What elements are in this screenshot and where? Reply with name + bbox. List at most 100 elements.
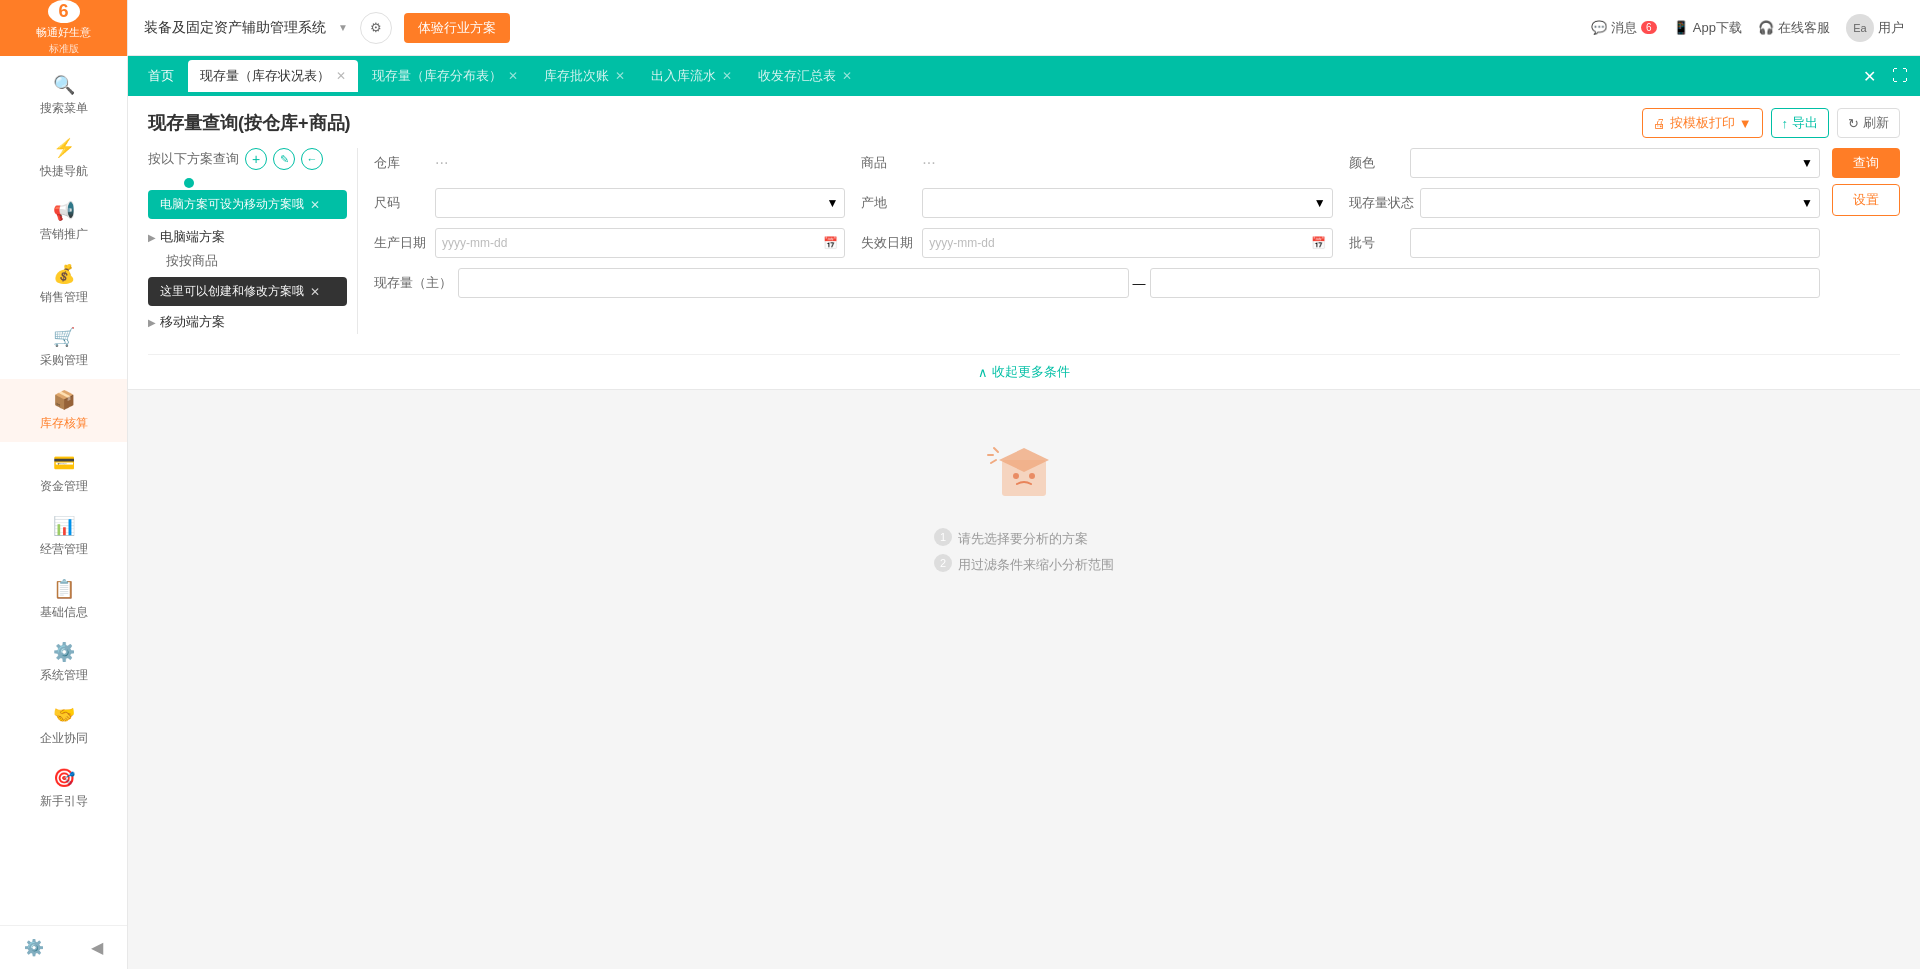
collapse-sidebar-icon[interactable]: ◀ xyxy=(91,938,103,957)
expire-date-placeholder: yyyy-mm-dd xyxy=(929,236,994,250)
online-support-label: 在线客服 xyxy=(1778,19,1830,37)
tab-close-distribution[interactable]: ✕ xyxy=(508,69,518,83)
pc-expand-icon[interactable]: ▶ xyxy=(148,232,156,243)
tooltip1-close[interactable]: ✕ xyxy=(310,198,320,212)
stock-qty-max-input[interactable] xyxy=(1150,268,1821,298)
filter-row-2: 尺码 ▼ 产地 ▼ xyxy=(374,188,1820,218)
tooltip2-text: 这里可以创建和修改方案哦 xyxy=(160,283,304,300)
app-download-item[interactable]: 📱 App下载 xyxy=(1673,19,1742,37)
collapse-button[interactable]: ∧ 收起更多条件 xyxy=(978,363,1070,381)
tab-home[interactable]: 首页 xyxy=(136,67,186,85)
tab-close-batch[interactable]: ✕ xyxy=(615,69,625,83)
collapse-up-icon: ∧ xyxy=(978,365,988,380)
tooltip1: 电脑方案可设为移动方案哦 ✕ xyxy=(148,190,347,219)
expire-date-calendar-icon[interactable]: 📅 xyxy=(1311,236,1326,250)
tab-close-all-icon[interactable]: ✕ xyxy=(1859,63,1880,90)
system-nav-icon: ⚙️ xyxy=(53,641,75,663)
tab-inventory-status[interactable]: 现存量（库存状况表） ✕ xyxy=(188,60,358,92)
online-support-item[interactable]: 🎧 在线客服 xyxy=(1758,19,1830,37)
produce-date-placeholder: yyyy-mm-dd xyxy=(442,236,507,250)
refresh-label: 刷新 xyxy=(1863,114,1889,132)
filter-section: 按以下方案查询 + ✎ ← 电脑方案可设为移动方案哦 ✕ xyxy=(148,148,1900,344)
filter-expire-date-cell: 失效日期 yyyy-mm-dd 📅 xyxy=(861,228,1332,258)
settings-gear-icon[interactable]: ⚙ xyxy=(360,12,392,44)
tab-close-summary[interactable]: ✕ xyxy=(842,69,852,83)
purchase-nav-icon: 🛒 xyxy=(53,326,75,348)
origin-label: 产地 xyxy=(861,194,916,212)
filter-back-button[interactable]: ← xyxy=(301,148,323,170)
tab-close-flow[interactable]: ✕ xyxy=(722,69,732,83)
size-select[interactable]: ▼ xyxy=(435,188,845,218)
filter-row-3: 生产日期 yyyy-mm-dd 📅 失效日期 yyyy-mm-dd 📅 xyxy=(374,228,1820,258)
scheme-sub-item[interactable]: 按按商品 xyxy=(148,249,347,273)
expire-date-input[interactable]: yyyy-mm-dd 📅 xyxy=(922,228,1332,258)
newbie-nav-icon: 🎯 xyxy=(53,767,75,789)
stock-qty-range: — xyxy=(458,268,1820,298)
tab-inventory-distribution[interactable]: 现存量（库存分布表） ✕ xyxy=(360,60,530,92)
sidebar-label-marketing: 营销推广 xyxy=(40,226,88,243)
stock-qty-min-input[interactable] xyxy=(458,268,1129,298)
tab-label-batch: 库存批次账 xyxy=(544,67,609,85)
tab-summary[interactable]: 收发存汇总表 ✕ xyxy=(746,60,864,92)
empty-illustration xyxy=(984,430,1064,510)
sidebar-item-enterprise[interactable]: 🤝 企业协同 xyxy=(0,694,127,757)
phone-icon: 📱 xyxy=(1673,20,1689,35)
svg-line-4 xyxy=(994,448,998,452)
tooltip2-close[interactable]: ✕ xyxy=(310,285,320,299)
tooltip-connector-dot xyxy=(184,178,194,188)
warehouse-dots[interactable]: ··· xyxy=(435,154,448,172)
pc-scheme-label: 电脑端方案 xyxy=(160,228,225,246)
tooltip1-container: 电脑方案可设为移动方案哦 ✕ xyxy=(148,178,347,219)
sidebar-item-purchase[interactable]: 🛒 采购管理 xyxy=(0,316,127,379)
scheme-tree: ▶ 电脑端方案 按按商品 这里可以创建和修改方案哦 ✕ xyxy=(148,225,347,334)
page-title-row: 现存量查询(按仓库+商品) 🖨 按模板打印 ▼ ↑ 导出 ↻ 刷新 xyxy=(148,108,1900,148)
origin-select[interactable]: ▼ xyxy=(922,188,1332,218)
search-button[interactable]: 查询 xyxy=(1832,148,1900,178)
produce-date-input[interactable]: yyyy-mm-dd 📅 xyxy=(435,228,845,258)
system-title: 装备及固定资产辅助管理系统 xyxy=(144,19,326,37)
sidebar-item-operation[interactable]: 📊 经营管理 xyxy=(0,505,127,568)
filter-add-button[interactable]: + xyxy=(245,148,267,170)
filter-edit-button[interactable]: ✎ xyxy=(273,148,295,170)
tip-text-1: 请先选择要分析的方案 xyxy=(958,526,1088,552)
sidebar-label-finance: 资金管理 xyxy=(40,478,88,495)
tab-maximize-icon[interactable]: ⛶ xyxy=(1888,63,1912,90)
refresh-button[interactable]: ↻ 刷新 xyxy=(1837,108,1900,138)
batch-label: 批号 xyxy=(1349,234,1404,252)
filter-size-cell: 尺码 ▼ xyxy=(374,188,845,218)
tab-batch[interactable]: 库存批次账 ✕ xyxy=(532,60,637,92)
filter-warehouse-cell: 仓库 ··· xyxy=(374,154,845,172)
page-actions: 🖨 按模板打印 ▼ ↑ 导出 ↻ 刷新 xyxy=(1642,108,1900,138)
tab-close-inventory-status[interactable]: ✕ xyxy=(336,69,346,83)
export-button[interactable]: ↑ 导出 xyxy=(1771,108,1830,138)
tooltip2-container: 这里可以创建和修改方案哦 ✕ xyxy=(148,277,347,306)
sidebar-item-finance[interactable]: 💳 资金管理 xyxy=(0,442,127,505)
sidebar-item-inventory[interactable]: 📦 库存核算 xyxy=(0,379,127,442)
topbar-right: 💬 消息 6 📱 App下载 🎧 在线客服 Ea 用户 xyxy=(1591,14,1904,42)
sidebar-item-marketing[interactable]: 📢 营销推广 xyxy=(0,190,127,253)
set-button[interactable]: 设置 xyxy=(1832,184,1900,216)
filter-origin-cell: 产地 ▼ xyxy=(861,188,1332,218)
tab-flow[interactable]: 出入库流水 ✕ xyxy=(639,60,744,92)
goods-dots[interactable]: ··· xyxy=(922,154,935,172)
chevron-down-print-icon: ▼ xyxy=(1739,116,1752,131)
stock-status-select[interactable]: ▼ xyxy=(1420,188,1820,218)
tabbar: 首页 现存量（库存状况表） ✕ 现存量（库存分布表） ✕ 库存批次账 ✕ 出入库… xyxy=(128,56,1920,96)
settings-bottom-icon[interactable]: ⚙️ xyxy=(24,938,44,957)
sidebar-item-newbie[interactable]: 🎯 新手引导 xyxy=(0,757,127,820)
sidebar-item-sales[interactable]: 💰 销售管理 xyxy=(0,253,127,316)
message-icon: 💬 xyxy=(1591,20,1607,35)
sidebar-item-quick[interactable]: ⚡ 快捷导航 xyxy=(0,127,127,190)
mobile-expand-icon[interactable]: ▶ xyxy=(148,317,156,328)
template-print-button[interactable]: 🖨 按模板打印 ▼ xyxy=(1642,108,1763,138)
industry-solution-button[interactable]: 体验行业方案 xyxy=(404,13,510,43)
produce-date-calendar-icon[interactable]: 📅 xyxy=(823,236,838,250)
color-select[interactable]: ▼ xyxy=(1410,148,1820,178)
sidebar-item-basic[interactable]: 📋 基础信息 xyxy=(0,568,127,631)
messages-item[interactable]: 💬 消息 6 xyxy=(1591,19,1657,37)
user-item[interactable]: Ea 用户 xyxy=(1846,14,1904,42)
sidebar-item-system[interactable]: ⚙️ 系统管理 xyxy=(0,631,127,694)
sidebar-item-search[interactable]: 🔍 搜索菜单 xyxy=(0,64,127,127)
system-selector[interactable]: ▼ xyxy=(338,22,348,33)
batch-input[interactable] xyxy=(1410,228,1820,258)
